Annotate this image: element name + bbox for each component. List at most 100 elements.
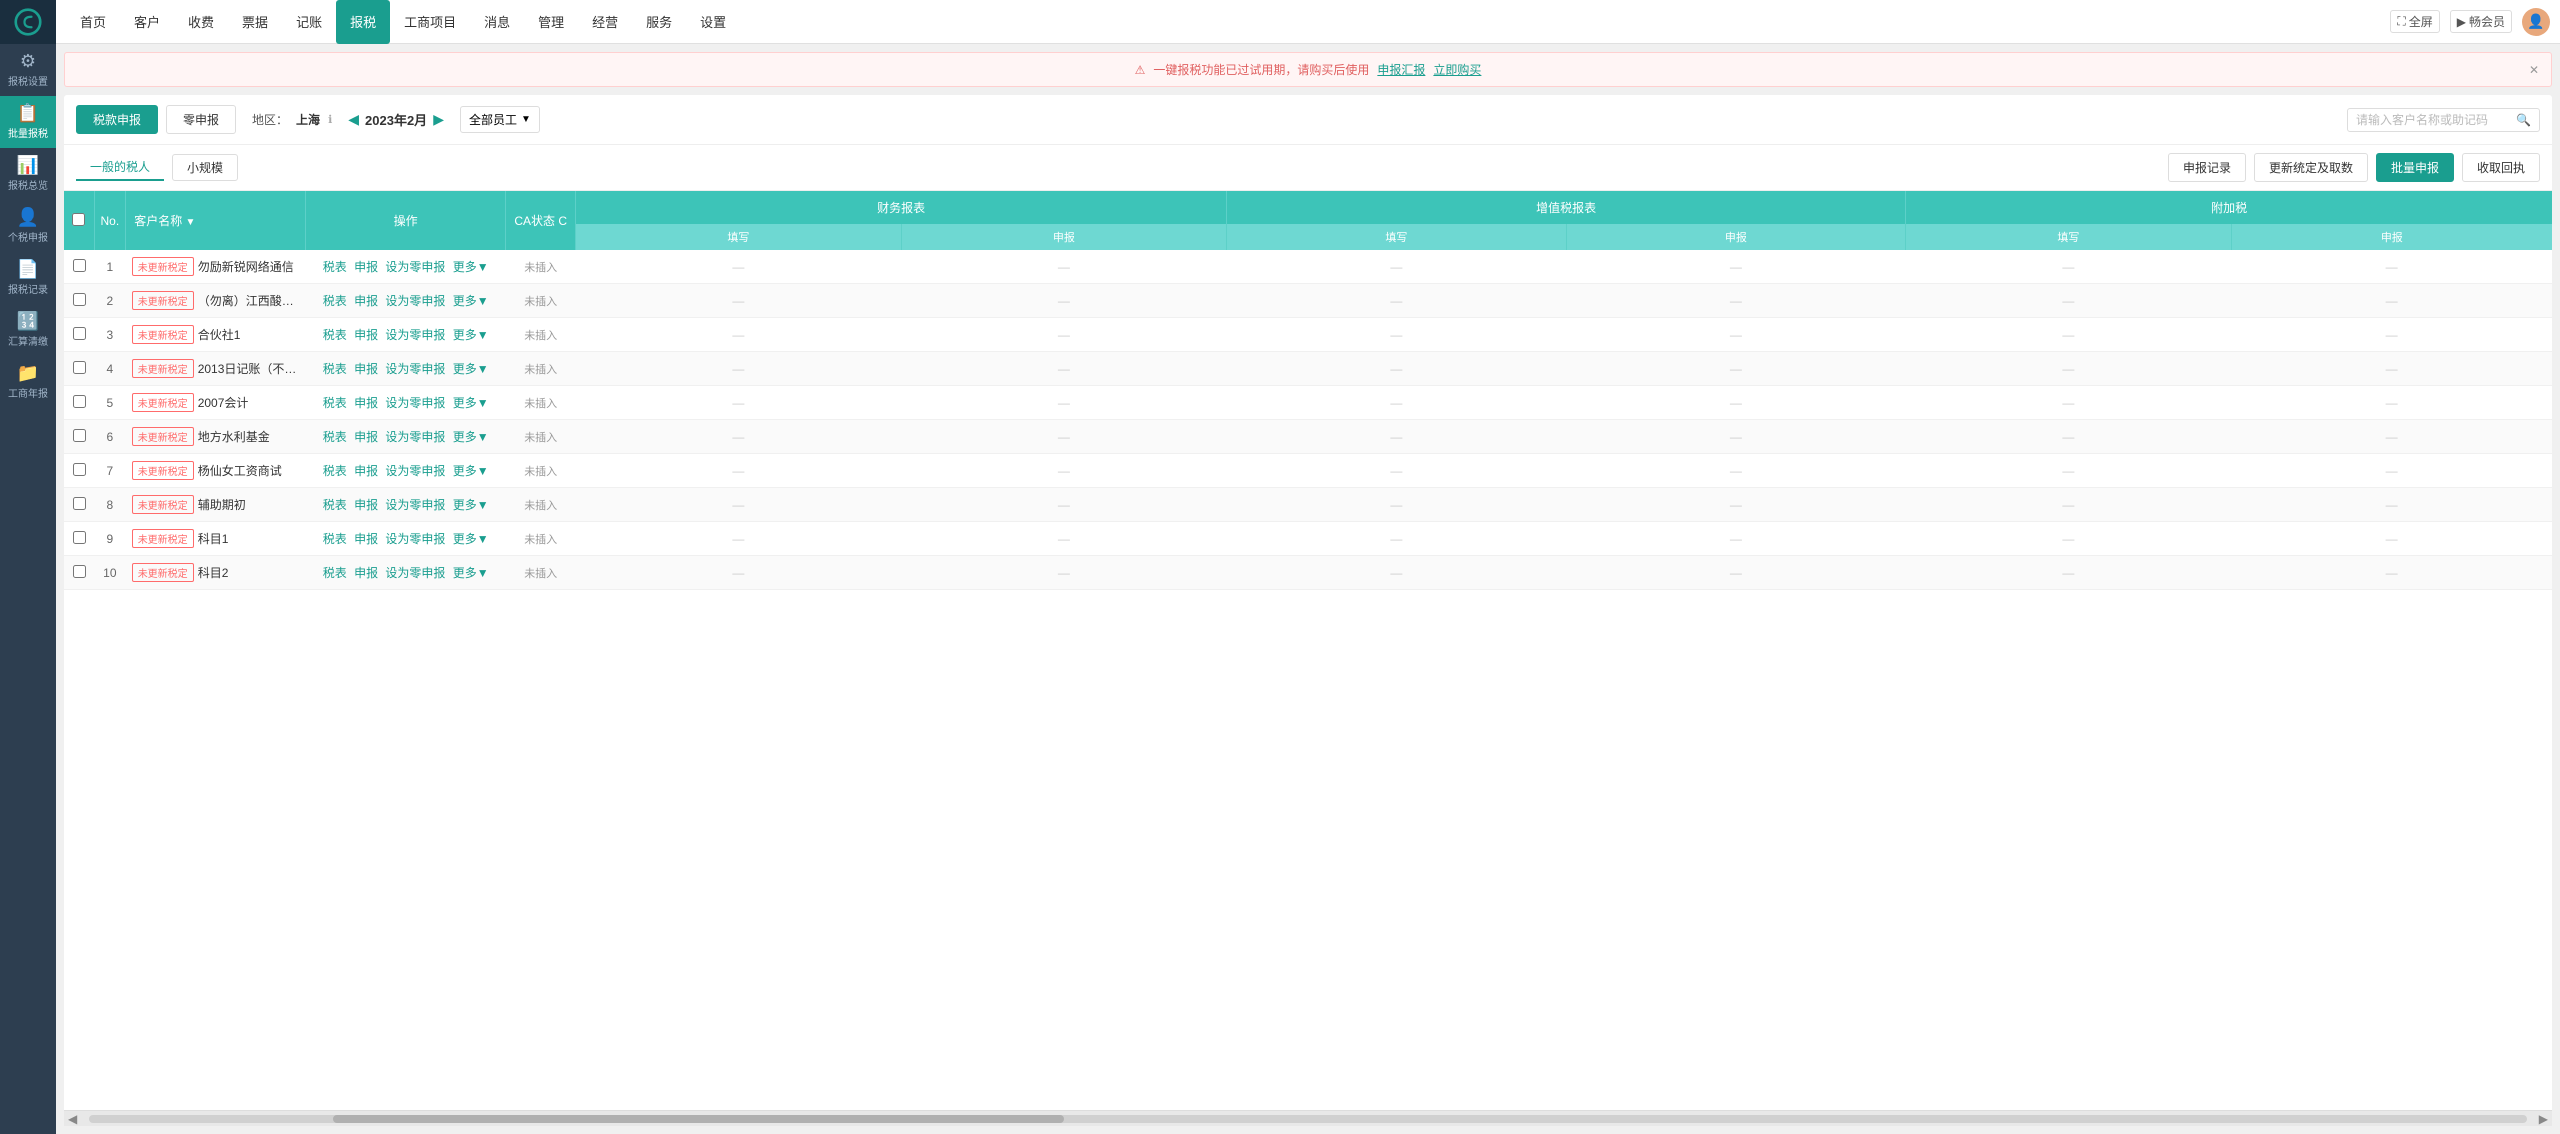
nav-message[interactable]: 消息	[470, 0, 524, 44]
op-more-1[interactable]: 更多▼	[453, 294, 489, 308]
op-more-6[interactable]: 更多▼	[453, 464, 489, 478]
banner-close-button[interactable]: ✕	[2529, 63, 2539, 77]
op-tax-table-8[interactable]: 税表	[323, 532, 347, 546]
row-checkbox-2[interactable]	[73, 327, 86, 340]
op-zero-1[interactable]: 设为零申报	[385, 294, 445, 308]
op-zero-9[interactable]: 设为零申报	[385, 566, 445, 580]
op-zero-5[interactable]: 设为零申报	[385, 430, 445, 444]
row-checkbox-6[interactable]	[73, 463, 86, 476]
nav-settings[interactable]: 设置	[686, 0, 740, 44]
op-tax-table-3[interactable]: 税表	[323, 362, 347, 376]
sidebar-item-calc-clear[interactable]: 🔢 汇算清缴	[0, 304, 56, 356]
row-operations: 税表 申报 设为零申报 更多▼	[306, 318, 506, 352]
search-icon[interactable]: 🔍	[2516, 113, 2531, 127]
nav-customer[interactable]: 客户	[120, 0, 174, 44]
nav-operation[interactable]: 经营	[578, 0, 632, 44]
search-input[interactable]	[2356, 113, 2516, 127]
tab-zero-declaration[interactable]: 零申报	[166, 105, 236, 134]
op-more-0[interactable]: 更多▼	[453, 260, 489, 274]
banner-link-buy[interactable]: 立即购买	[1433, 61, 1481, 78]
sidebar: ⚙ 报税设置 📋 批量报税 📊 报税总览 👤 个税申报 📄 报税记录 🔢 汇算清…	[0, 0, 56, 1134]
op-more-2[interactable]: 更多▼	[453, 328, 489, 342]
op-apply-2[interactable]: 申报	[354, 328, 378, 342]
op-zero-0[interactable]: 设为零申报	[385, 260, 445, 274]
row-ca-status: 未插入	[506, 556, 576, 590]
op-apply-0[interactable]: 申报	[354, 260, 378, 274]
banner-link-report[interactable]: 申报汇报	[1377, 61, 1425, 78]
op-more-9[interactable]: 更多▼	[453, 566, 489, 580]
row-checkbox-0[interactable]	[73, 259, 86, 272]
nav-invoice[interactable]: 票据	[228, 0, 282, 44]
op-tax-table-6[interactable]: 税表	[323, 464, 347, 478]
sidebar-item-tax-settings[interactable]: ⚙ 报税设置	[0, 44, 56, 96]
scroll-left-arrow[interactable]: ◀	[64, 1112, 81, 1126]
row-f4: —	[1566, 556, 1906, 590]
op-tax-table-7[interactable]: 税表	[323, 498, 347, 512]
sidebar-item-tax-overview[interactable]: 📊 报税总览	[0, 148, 56, 200]
btn-retrieve[interactable]: 收取回执	[2462, 153, 2540, 182]
op-tax-table-2[interactable]: 税表	[323, 328, 347, 342]
row-checkbox-7[interactable]	[73, 497, 86, 510]
nav-business[interactable]: 工商项目	[390, 0, 470, 44]
op-apply-4[interactable]: 申报	[354, 396, 378, 410]
nav-accounting[interactable]: 记账	[282, 0, 336, 44]
op-more-4[interactable]: 更多▼	[453, 396, 489, 410]
nav-tax[interactable]: 报税	[336, 0, 390, 44]
user-avatar[interactable]: 👤	[2522, 8, 2550, 36]
op-zero-7[interactable]: 设为零申报	[385, 498, 445, 512]
op-apply-8[interactable]: 申报	[354, 532, 378, 546]
row-checkbox-8[interactable]	[73, 531, 86, 544]
prev-month-button[interactable]: ◀	[348, 111, 359, 128]
sidebar-item-business-annual[interactable]: 📁 工商年报	[0, 356, 56, 408]
op-apply-6[interactable]: 申报	[354, 464, 378, 478]
sidebar-item-batch-tax[interactable]: 📋 批量报税	[0, 96, 56, 148]
row-checkbox-3[interactable]	[73, 361, 86, 374]
op-tax-table-4[interactable]: 税表	[323, 396, 347, 410]
nav-manage[interactable]: 管理	[524, 0, 578, 44]
op-tax-table-1[interactable]: 税表	[323, 294, 347, 308]
btn-records[interactable]: 申报记录	[2168, 153, 2246, 182]
sidebar-item-personal-tax[interactable]: 👤 个税申报	[0, 200, 56, 252]
op-zero-2[interactable]: 设为零申报	[385, 328, 445, 342]
op-more-8[interactable]: 更多▼	[453, 532, 489, 546]
btn-update[interactable]: 更新统定及取数	[2254, 153, 2368, 182]
op-zero-8[interactable]: 设为零申报	[385, 532, 445, 546]
op-more-3[interactable]: 更多▼	[453, 362, 489, 376]
op-apply-7[interactable]: 申报	[354, 498, 378, 512]
op-apply-9[interactable]: 申报	[354, 566, 378, 580]
select-all-checkbox[interactable]	[72, 213, 85, 226]
op-zero-3[interactable]: 设为零申报	[385, 362, 445, 376]
row-checkbox-5[interactable]	[73, 429, 86, 442]
op-apply-1[interactable]: 申报	[354, 294, 378, 308]
next-month-button[interactable]: ▶	[433, 111, 444, 128]
scroll-right-arrow[interactable]: ▶	[2535, 1112, 2552, 1126]
op-more-7[interactable]: 更多▼	[453, 498, 489, 512]
op-tax-table-5[interactable]: 税表	[323, 430, 347, 444]
staff-selector[interactable]: 全部员工 ▼	[460, 106, 540, 133]
tab-tax-declaration[interactable]: 税款申报	[76, 105, 158, 134]
sidebar-item-tax-records[interactable]: 📄 报税记录	[0, 252, 56, 304]
op-zero-4[interactable]: 设为零申报	[385, 396, 445, 410]
row-f6: —	[2231, 454, 2552, 488]
row-checkbox-4[interactable]	[73, 395, 86, 408]
op-tax-table-0[interactable]: 税表	[323, 260, 347, 274]
horizontal-scrollbar[interactable]: ◀ ▶	[64, 1110, 2552, 1126]
op-zero-6[interactable]: 设为零申报	[385, 464, 445, 478]
op-apply-5[interactable]: 申报	[354, 430, 378, 444]
scroll-thumb[interactable]	[333, 1115, 1064, 1123]
op-more-5[interactable]: 更多▼	[453, 430, 489, 444]
op-tax-table-9[interactable]: 税表	[323, 566, 347, 580]
row-checkbox-1[interactable]	[73, 293, 86, 306]
fullscreen-button[interactable]: ⛶ 全屏	[2390, 10, 2439, 33]
tab-general-taxpayer[interactable]: 一般的税人	[76, 154, 164, 181]
op-apply-3[interactable]: 申报	[354, 362, 378, 376]
nav-collection[interactable]: 收费	[174, 0, 228, 44]
nav-service[interactable]: 服务	[632, 0, 686, 44]
member-button[interactable]: ▶ 畅会员	[2450, 10, 2512, 33]
nav-home[interactable]: 首页	[66, 0, 120, 44]
row-f1: —	[576, 386, 901, 420]
tab-small-scale[interactable]: 小规模	[172, 154, 238, 181]
row-checkbox-9[interactable]	[73, 565, 86, 578]
tax-records-icon: 📄	[17, 260, 39, 278]
btn-batch-apply[interactable]: 批量申报	[2376, 153, 2454, 182]
